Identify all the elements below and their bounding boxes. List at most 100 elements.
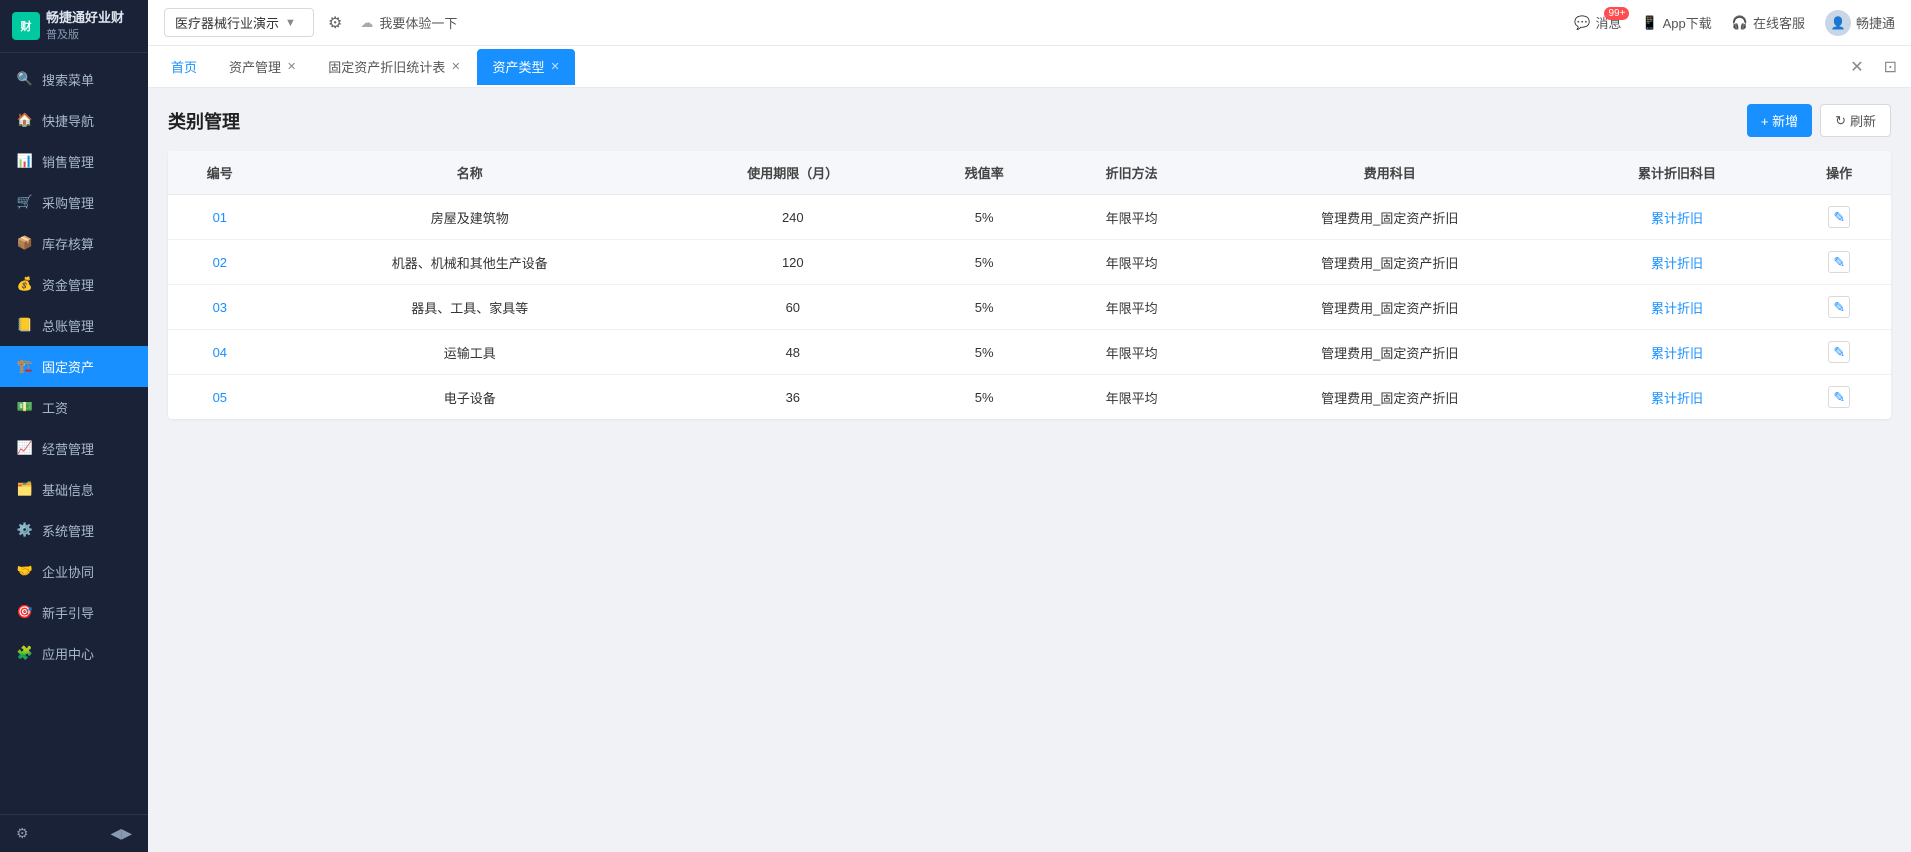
table-row: 04 运输工具 48 5% 年限平均 管理费用_固定资产折旧 累计折旧 ✎ (168, 330, 1891, 375)
category-table: 编号 名称 使用期限（月） 残值率 折旧方法 费用科目 累计折旧科目 操作 01… (168, 151, 1891, 419)
edit-icon[interactable]: ✎ (1828, 386, 1850, 408)
topbar-right: 💬 消息 99+ 📱 App下载 🎧 在线客服 👤 畅捷通 (1574, 10, 1895, 36)
table-header: 编号 名称 使用期限（月） 残值率 折旧方法 费用科目 累计折旧科目 操作 (168, 151, 1891, 195)
purchase-icon: 🛒 (16, 193, 34, 211)
app-center-icon: 🧩 (16, 644, 34, 662)
tab-fixed-asset-stat[interactable]: 固定资产折旧统计表 ✕ (313, 49, 475, 85)
service-icon: 🎧 (1732, 15, 1748, 31)
search-icon: 🔍 (16, 70, 34, 88)
sidebar-item-fixed-assets[interactable]: 🏗️ 固定资产 (0, 346, 148, 387)
experience-button[interactable]: ☁ 我要体验一下 (360, 13, 457, 32)
page-actions: + 新增 ↻ 刷新 (1747, 104, 1891, 137)
cell-action[interactable]: ✎ (1787, 375, 1891, 420)
sidebar: 财 畅捷通好业财 普及版 🔍 搜索菜单 🏠 快捷导航 📊 销售管理 🛒 采购管理 (0, 0, 148, 852)
tab-asset-type[interactable]: 资产类型 ✕ (477, 49, 574, 85)
table-row: 02 机器、机械和其他生产设备 120 5% 年限平均 管理费用_固定资产折旧 … (168, 240, 1891, 285)
cell-residual-rate: 5% (918, 285, 1051, 330)
mobile-icon: 📱 (1641, 15, 1657, 31)
sidebar-item-sales[interactable]: 📊 销售管理 (0, 141, 148, 182)
cell-residual-rate: 5% (918, 240, 1051, 285)
col-header-depreciation: 折旧方法 (1051, 151, 1213, 195)
col-header-period: 使用期限（月） (668, 151, 918, 195)
cell-code[interactable]: 02 (168, 240, 272, 285)
message-button[interactable]: 💬 消息 99+ (1574, 13, 1621, 32)
app-download-button[interactable]: 📱 App下载 (1641, 13, 1711, 32)
cell-name: 机器、机械和其他生产设备 (272, 240, 668, 285)
cell-action[interactable]: ✎ (1787, 330, 1891, 375)
maximize-icon[interactable]: ⊡ (1878, 55, 1903, 79)
online-service-button[interactable]: 🎧 在线客服 (1732, 13, 1805, 32)
cell-code[interactable]: 05 (168, 375, 272, 420)
cell-code[interactable]: 01 (168, 195, 272, 240)
sidebar-item-inventory[interactable]: 📦 库存核算 (0, 223, 148, 264)
cell-expense-subject: 管理费用_固定资产折旧 (1213, 375, 1567, 420)
sidebar-item-search[interactable]: 🔍 搜索菜单 (0, 59, 148, 100)
cell-accumulated-subject: 累计折旧 (1567, 195, 1788, 240)
app-logo: 财 畅捷通好业财 普及版 (0, 0, 148, 53)
message-badge: 99+ (1604, 7, 1629, 20)
edit-icon[interactable]: ✎ (1828, 296, 1850, 318)
tab-close-asset-type[interactable]: ✕ (551, 60, 560, 73)
sidebar-item-capital[interactable]: 💰 资金管理 (0, 264, 148, 305)
cell-period: 48 (668, 330, 918, 375)
table-row: 05 电子设备 36 5% 年限平均 管理费用_固定资产折旧 累计折旧 ✎ (168, 375, 1891, 420)
refresh-icon: ↻ (1835, 113, 1846, 129)
module-selector[interactable]: 医疗器械行业演示 ▼ (164, 8, 314, 37)
collapse-icon[interactable]: ◀▶ (110, 825, 132, 842)
new-button[interactable]: + 新增 (1747, 104, 1812, 137)
tab-close-fixed-asset-stat[interactable]: ✕ (451, 60, 460, 73)
topbar: 医疗器械行业演示 ▼ ⚙ ☁ 我要体验一下 💬 消息 99+ 📱 App下载 🎧… (148, 0, 1911, 46)
cell-depreciation-method: 年限平均 (1051, 195, 1213, 240)
page-header: 类别管理 + 新增 ↻ 刷新 (168, 104, 1891, 137)
sidebar-item-payroll[interactable]: 💵 工资 (0, 387, 148, 428)
cell-depreciation-method: 年限平均 (1051, 240, 1213, 285)
cell-residual-rate: 5% (918, 330, 1051, 375)
cell-code[interactable]: 04 (168, 330, 272, 375)
cell-action[interactable]: ✎ (1787, 285, 1891, 330)
ledger-icon: 📒 (16, 316, 34, 334)
cell-expense-subject: 管理费用_固定资产折旧 (1213, 285, 1567, 330)
sidebar-item-enterprise[interactable]: 🤝 企业协同 (0, 551, 148, 592)
table-body: 01 房屋及建筑物 240 5% 年限平均 管理费用_固定资产折旧 累计折旧 ✎… (168, 195, 1891, 420)
cell-accumulated-subject: 累计折旧 (1567, 330, 1788, 375)
cell-action[interactable]: ✎ (1787, 240, 1891, 285)
tab-close-asset-mgmt[interactable]: ✕ (287, 60, 296, 73)
enterprise-icon: 🤝 (16, 562, 34, 580)
cell-name: 房屋及建筑物 (272, 195, 668, 240)
cell-action[interactable]: ✎ (1787, 195, 1891, 240)
content-area: 类别管理 + 新增 ↻ 刷新 编号 名称 使用期限（月） 残值率 折旧方法 (148, 88, 1911, 852)
sidebar-item-app-center[interactable]: 🧩 应用中心 (0, 633, 148, 674)
sales-icon: 📊 (16, 152, 34, 170)
cell-accumulated-subject: 累计折旧 (1567, 375, 1788, 420)
refresh-button[interactable]: ↻ 刷新 (1820, 104, 1891, 137)
gear-icon[interactable]: ⚙ (328, 13, 342, 33)
cell-code[interactable]: 03 (168, 285, 272, 330)
sidebar-item-guide[interactable]: 🎯 新手引导 (0, 592, 148, 633)
app-name: 畅捷通好业财 (46, 10, 124, 26)
edit-icon[interactable]: ✎ (1828, 341, 1850, 363)
tab-home[interactable]: 首页 (156, 49, 212, 85)
cell-depreciation-method: 年限平均 (1051, 285, 1213, 330)
sidebar-item-basics[interactable]: 🗂️ 基础信息 (0, 469, 148, 510)
sidebar-item-purchase[interactable]: 🛒 采购管理 (0, 182, 148, 223)
sidebar-item-quick-nav[interactable]: 🏠 快捷导航 (0, 100, 148, 141)
system-icon: ⚙️ (16, 521, 34, 539)
cell-accumulated-subject: 累计折旧 (1567, 240, 1788, 285)
user-avatar-area[interactable]: 👤 畅捷通 (1825, 10, 1895, 36)
cell-residual-rate: 5% (918, 195, 1051, 240)
col-header-accumulated: 累计折旧科目 (1567, 151, 1788, 195)
settings-icon[interactable]: ⚙ (16, 825, 29, 842)
cell-depreciation-method: 年限平均 (1051, 375, 1213, 420)
module-name: 医疗器械行业演示 (175, 13, 279, 32)
cell-depreciation-method: 年限平均 (1051, 330, 1213, 375)
sidebar-item-system[interactable]: ⚙️ 系统管理 (0, 510, 148, 551)
table-row: 01 房屋及建筑物 240 5% 年限平均 管理费用_固定资产折旧 累计折旧 ✎ (168, 195, 1891, 240)
edit-icon[interactable]: ✎ (1828, 206, 1850, 228)
sidebar-item-operations[interactable]: 📈 经营管理 (0, 428, 148, 469)
sidebar-item-ledger[interactable]: 📒 总账管理 (0, 305, 148, 346)
app-edition: 普及版 (46, 26, 124, 42)
edit-icon[interactable]: ✎ (1828, 251, 1850, 273)
col-header-name: 名称 (272, 151, 668, 195)
tab-asset-mgmt[interactable]: 资产管理 ✕ (214, 49, 311, 85)
close-window-icon[interactable]: ✕ (1844, 55, 1869, 79)
